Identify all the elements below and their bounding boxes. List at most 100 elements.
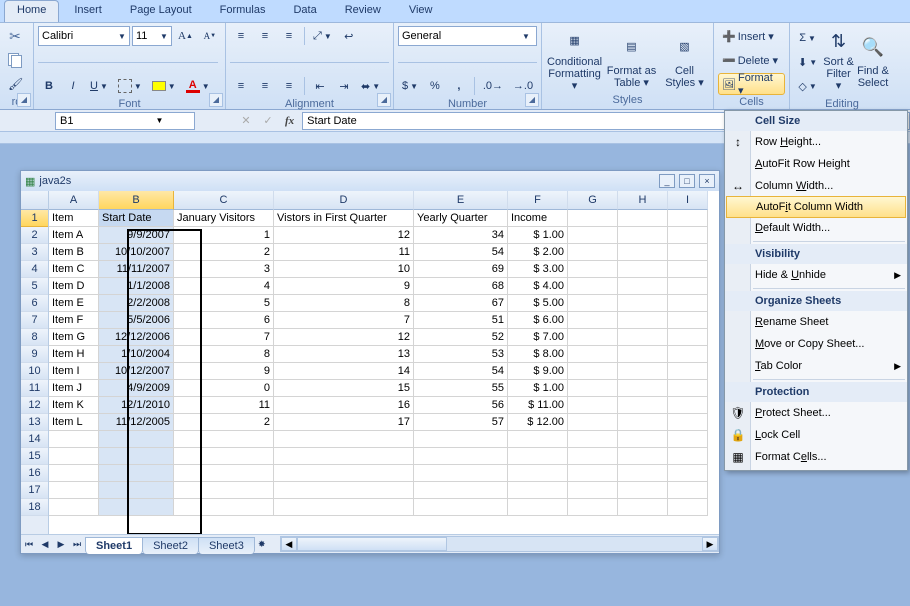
- cell[interactable]: 12/1/2010: [99, 397, 174, 414]
- tab-home[interactable]: Home: [4, 0, 59, 22]
- select-all-corner[interactable]: [21, 191, 48, 210]
- cell[interactable]: 9: [274, 278, 414, 295]
- tab-view[interactable]: View: [396, 0, 446, 22]
- clear-button[interactable]: ◇▼: [794, 75, 821, 97]
- cell[interactable]: Item B: [49, 244, 99, 261]
- cell[interactable]: [274, 431, 414, 448]
- cell[interactable]: [618, 227, 668, 244]
- wrap-text-button[interactable]: ↩: [338, 25, 360, 47]
- column-header-F[interactable]: F: [508, 191, 568, 210]
- cell[interactable]: Item D: [49, 278, 99, 295]
- cell[interactable]: 1/1/2008: [99, 278, 174, 295]
- cancel-formula-button[interactable]: ✕: [235, 112, 257, 130]
- row-header-15[interactable]: 15: [21, 448, 48, 465]
- cell[interactable]: 2: [174, 414, 274, 431]
- cell[interactable]: $ 1.00: [508, 227, 568, 244]
- cell[interactable]: $ 2.00: [508, 244, 568, 261]
- row-header-12[interactable]: 12: [21, 397, 48, 414]
- cell[interactable]: Item J: [49, 380, 99, 397]
- cell[interactable]: 11/11/2007: [99, 261, 174, 278]
- font-size-combo[interactable]: ▼: [132, 26, 172, 46]
- cell[interactable]: [668, 499, 708, 516]
- cell[interactable]: Item L: [49, 414, 99, 431]
- cell[interactable]: 1/10/2004: [99, 346, 174, 363]
- cell[interactable]: [668, 210, 708, 227]
- menu-autofit-row-height[interactable]: AutoFit Row Height: [725, 153, 907, 175]
- cell[interactable]: [174, 499, 274, 516]
- cell[interactable]: Start Date: [99, 210, 174, 227]
- column-header-I[interactable]: I: [668, 191, 708, 210]
- cell[interactable]: [99, 465, 174, 482]
- align-center-button[interactable]: ≡: [254, 75, 276, 97]
- cell[interactable]: [414, 465, 508, 482]
- cell[interactable]: 55: [414, 380, 508, 397]
- cell[interactable]: [668, 363, 708, 380]
- cell[interactable]: Vistors in First Quarter: [274, 210, 414, 227]
- comma-button[interactable]: ,: [448, 75, 470, 97]
- grow-font-button[interactable]: A▲: [174, 25, 197, 47]
- cell[interactable]: 12: [274, 329, 414, 346]
- format-as-table-button[interactable]: ▤Format as Table ▾: [603, 25, 660, 93]
- font-size-input[interactable]: [133, 27, 157, 45]
- cell[interactable]: $ 7.00: [508, 329, 568, 346]
- cell[interactable]: [99, 499, 174, 516]
- autosum-button[interactable]: Σ▼: [794, 27, 821, 49]
- row-header-3[interactable]: 3: [21, 244, 48, 261]
- row-header-5[interactable]: 5: [21, 278, 48, 295]
- name-box[interactable]: B1▼: [55, 112, 195, 130]
- cell[interactable]: 10/10/2007: [99, 244, 174, 261]
- cell[interactable]: Item G: [49, 329, 99, 346]
- cell[interactable]: 53: [414, 346, 508, 363]
- cell[interactable]: 69: [414, 261, 508, 278]
- dialog-launcher-number[interactable]: ◢: [525, 93, 539, 107]
- sheet-tab-3[interactable]: Sheet3: [198, 537, 255, 554]
- cell[interactable]: 54: [414, 244, 508, 261]
- menu-move-copy-sheet[interactable]: Move or Copy Sheet...: [725, 333, 907, 355]
- cell[interactable]: [668, 414, 708, 431]
- cell[interactable]: [568, 261, 618, 278]
- cell[interactable]: [618, 465, 668, 482]
- menu-format-cells[interactable]: ▦Format Cells...: [725, 446, 907, 468]
- row-header-17[interactable]: 17: [21, 482, 48, 499]
- column-header-D[interactable]: D: [274, 191, 414, 210]
- cell[interactable]: 13: [274, 346, 414, 363]
- underline-button[interactable]: U▼: [86, 75, 112, 97]
- cell[interactable]: [568, 363, 618, 380]
- cell[interactable]: [568, 295, 618, 312]
- cell[interactable]: [668, 295, 708, 312]
- tab-formulas[interactable]: Formulas: [207, 0, 279, 22]
- cell[interactable]: 12: [274, 227, 414, 244]
- horiz-scrollbar[interactable]: ◀▶: [280, 536, 719, 552]
- align-middle-button[interactable]: ≡: [254, 25, 276, 47]
- sheet-tab-1[interactable]: Sheet1: [85, 537, 143, 554]
- first-sheet-button[interactable]: ⏮: [21, 536, 37, 552]
- cell[interactable]: 6: [174, 312, 274, 329]
- cell[interactable]: [414, 431, 508, 448]
- cell[interactable]: [568, 482, 618, 499]
- cell[interactable]: 4: [174, 278, 274, 295]
- cell[interactable]: [568, 380, 618, 397]
- cell[interactable]: 1: [174, 227, 274, 244]
- cell[interactable]: [568, 312, 618, 329]
- font-name-input[interactable]: [39, 27, 115, 45]
- increase-decimal-button[interactable]: .0→: [479, 75, 507, 97]
- format-painter-button[interactable]: [4, 73, 27, 95]
- row-header-16[interactable]: 16: [21, 465, 48, 482]
- cell[interactable]: Item E: [49, 295, 99, 312]
- cell[interactable]: Income: [508, 210, 568, 227]
- cell[interactable]: Item I: [49, 363, 99, 380]
- next-sheet-button[interactable]: ▶: [53, 536, 69, 552]
- border-button[interactable]: ▼: [114, 75, 146, 97]
- cell[interactable]: [174, 465, 274, 482]
- row-header-14[interactable]: 14: [21, 431, 48, 448]
- cell[interactable]: 8: [274, 295, 414, 312]
- cell[interactable]: [274, 448, 414, 465]
- align-top-button[interactable]: ≡: [230, 25, 252, 47]
- align-bottom-button[interactable]: ≡: [278, 25, 300, 47]
- cell[interactable]: [618, 261, 668, 278]
- dialog-launcher-alignment[interactable]: ◢: [377, 93, 391, 107]
- align-right-button[interactable]: ≡: [278, 75, 300, 97]
- cell[interactable]: [668, 312, 708, 329]
- cell[interactable]: $ 12.00: [508, 414, 568, 431]
- accounting-button[interactable]: $▼: [398, 75, 422, 97]
